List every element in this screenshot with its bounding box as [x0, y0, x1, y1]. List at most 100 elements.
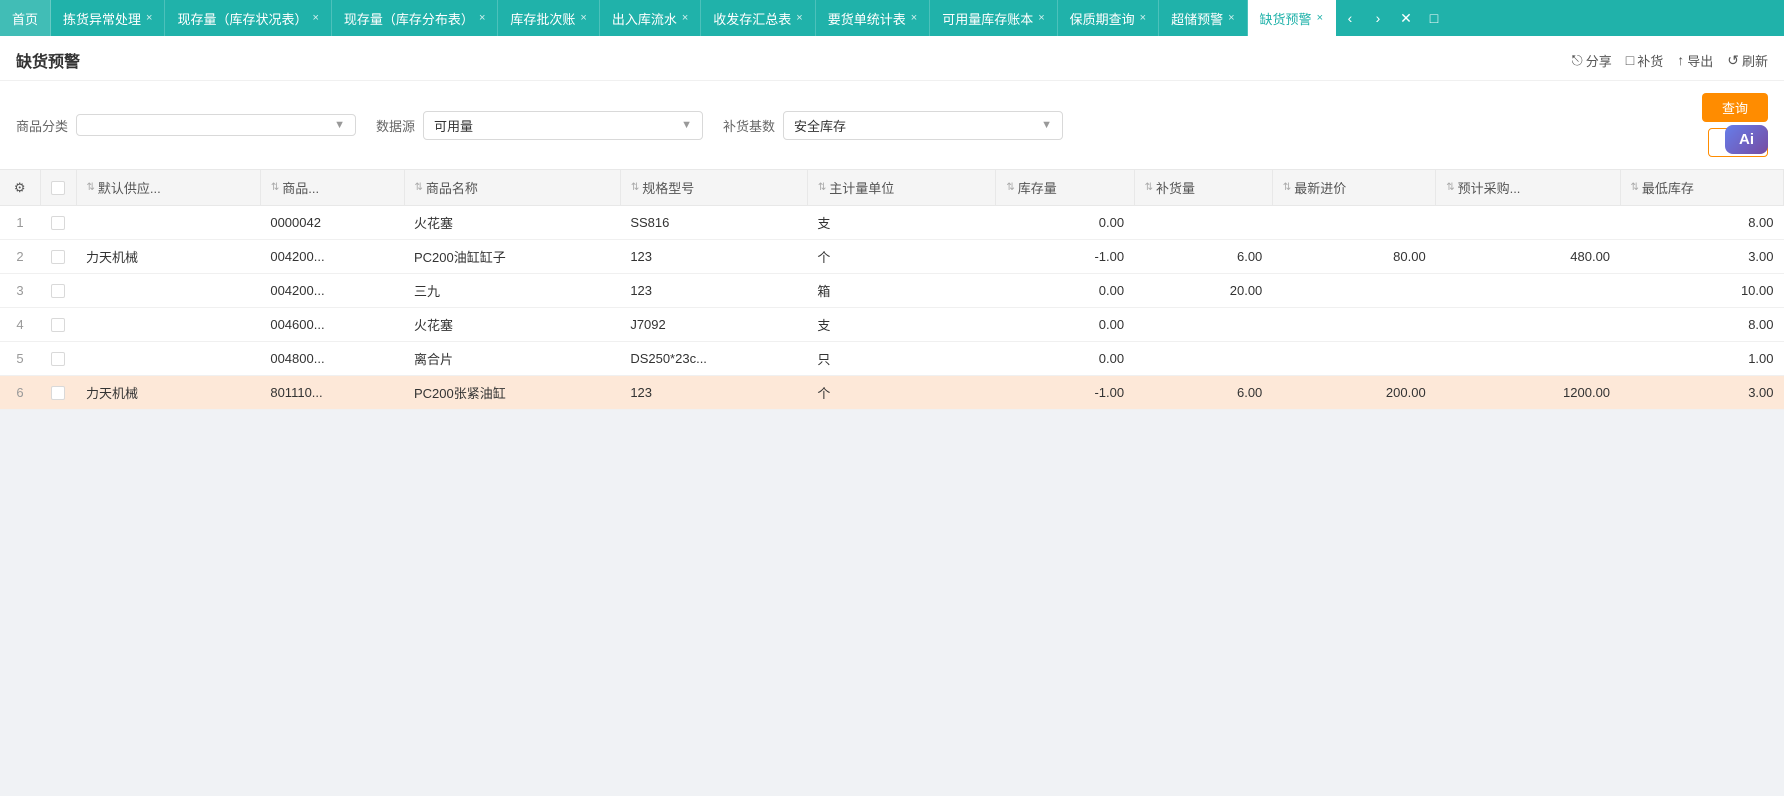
row-latest-price: 200.00: [1272, 376, 1435, 410]
col-replenish[interactable]: ⇅ 补货量: [1134, 170, 1272, 206]
category-label: 商品分类: [16, 116, 68, 135]
row-checkbox-input[interactable]: [51, 352, 65, 366]
col-unit-sort: ⇅: [818, 182, 826, 193]
tab-11[interactable]: 缺货预警 ×: [1248, 0, 1336, 36]
tab-8-close[interactable]: ×: [1038, 12, 1044, 24]
table-header-row: ⚙ ⇅ 默认供应... ⇅: [0, 170, 1784, 206]
tab-8-label: 可用量库存账本: [942, 9, 1033, 28]
row-estimated: [1436, 274, 1620, 308]
replenish-button[interactable]: □ 补货: [1626, 51, 1663, 70]
row-replenish: [1134, 308, 1272, 342]
col-min-stock[interactable]: ⇅ 最低库存: [1620, 170, 1783, 206]
col-name[interactable]: ⇅ 商品名称: [404, 170, 620, 206]
row-checkbox-input[interactable]: [51, 386, 65, 400]
tab-7[interactable]: 要货单统计表 ×: [816, 0, 930, 36]
replenish-select[interactable]: 安全库存 ▼: [783, 111, 1063, 140]
replenish-label: 补货: [1637, 51, 1663, 70]
row-latest-price: [1272, 308, 1435, 342]
tab-1-close[interactable]: ×: [146, 12, 152, 24]
tab-4-close[interactable]: ×: [580, 12, 586, 24]
row-min-stock: 3.00: [1620, 240, 1783, 274]
tab-3-close[interactable]: ×: [479, 12, 485, 24]
refresh-button[interactable]: ↺ 刷新: [1727, 51, 1768, 70]
col-spec[interactable]: ⇅ 规格型号: [620, 170, 807, 206]
ai-button[interactable]: Ai: [1725, 125, 1768, 154]
tab-nav-prev[interactable]: ‹: [1336, 0, 1364, 36]
row-code: 0000042: [260, 206, 404, 240]
col-spec-label: 规格型号: [642, 178, 694, 197]
tab-10[interactable]: 超储预警 ×: [1159, 0, 1247, 36]
table-row: 3004200...三九123箱0.0020.0010.00: [0, 274, 1784, 308]
tab-5-label: 出入库流水: [612, 9, 677, 28]
category-select-arrow: ▼: [334, 119, 345, 131]
row-checkbox-input[interactable]: [51, 284, 65, 298]
tab-2[interactable]: 现存量（库存状况表） ×: [165, 0, 331, 36]
col-checkbox[interactable]: [40, 170, 76, 206]
tab-nav-next[interactable]: ›: [1364, 0, 1392, 36]
tab-9-close[interactable]: ×: [1140, 12, 1146, 24]
col-name-label: 商品名称: [426, 178, 478, 197]
tab-nav-expand[interactable]: □: [1420, 0, 1448, 36]
tab-8[interactable]: 可用量库存账本 ×: [930, 0, 1057, 36]
tab-11-close[interactable]: ×: [1317, 12, 1323, 24]
share-icon: ⎋: [1572, 52, 1583, 69]
tab-2-label: 现存量（库存状况表）: [177, 9, 307, 28]
col-unit[interactable]: ⇅ 主计量单位: [807, 170, 996, 206]
col-stock-label: 库存量: [1018, 178, 1057, 197]
tab-bar: 首页 拣货异常处理 × 现存量（库存状况表） × 现存量（库存分布表） × 库存…: [0, 0, 1784, 36]
tab-nav-close[interactable]: ✕: [1392, 0, 1420, 36]
table-body: 10000042火花塞SS816支0.008.002力天机械004200...P…: [0, 206, 1784, 410]
col-estimated-sort: ⇅: [1446, 182, 1454, 193]
filter-area: 商品分类 ▼ 数据源 可用量 ▼ 补货基数 安全库存 ▼ 查询 设置: [0, 81, 1784, 169]
tab-4[interactable]: 库存批次账 ×: [498, 0, 599, 36]
col-supplier[interactable]: ⇅ 默认供应...: [76, 170, 260, 206]
col-unit-label: 主计量单位: [829, 178, 894, 197]
header-checkbox[interactable]: [51, 181, 65, 195]
tab-5-close[interactable]: ×: [682, 12, 688, 24]
category-select[interactable]: ▼: [76, 114, 356, 136]
row-stock: 0.00: [996, 274, 1134, 308]
row-checkbox-input[interactable]: [51, 216, 65, 230]
col-stock[interactable]: ⇅ 库存量: [996, 170, 1134, 206]
row-name: PC200油缸缸子: [404, 240, 620, 274]
row-replenish: 20.00: [1134, 274, 1272, 308]
col-code[interactable]: ⇅ 商品...: [260, 170, 404, 206]
tab-3[interactable]: 现存量（库存分布表） ×: [332, 0, 498, 36]
row-spec: 123: [620, 376, 807, 410]
datasource-select-value: 可用量: [434, 116, 473, 135]
tab-5[interactable]: 出入库流水 ×: [600, 0, 701, 36]
tab-6-close[interactable]: ×: [796, 12, 802, 24]
export-button[interactable]: ↑ 导出: [1677, 51, 1713, 70]
row-name: PC200张紧油缸: [404, 376, 620, 410]
tab-10-close[interactable]: ×: [1228, 12, 1234, 24]
share-button[interactable]: ⎋ 分享: [1572, 51, 1612, 70]
query-button[interactable]: 查询: [1702, 93, 1768, 122]
row-supplier: [76, 274, 260, 308]
row-supplier: 力天机械: [76, 376, 260, 410]
tab-9-label: 保质期查询: [1070, 9, 1135, 28]
tab-10-label: 超储预警: [1171, 9, 1223, 28]
row-checkbox: [40, 342, 76, 376]
col-estimated[interactable]: ⇅ 预计采购...: [1436, 170, 1620, 206]
row-checkbox-input[interactable]: [51, 318, 65, 332]
row-min-stock: 10.00: [1620, 274, 1783, 308]
col-latest-price-label: 最新进价: [1294, 178, 1346, 197]
col-replenish-sort: ⇅: [1145, 182, 1153, 193]
datasource-select[interactable]: 可用量 ▼: [423, 111, 703, 140]
tab-home[interactable]: 首页: [0, 0, 51, 36]
tab-7-close[interactable]: ×: [911, 12, 917, 24]
col-latest-price[interactable]: ⇅ 最新进价: [1272, 170, 1435, 206]
refresh-label: 刷新: [1742, 51, 1768, 70]
tab-2-close[interactable]: ×: [312, 12, 318, 24]
col-gear[interactable]: ⚙: [0, 170, 40, 206]
tab-6[interactable]: 收发存汇总表 ×: [701, 0, 815, 36]
row-checkbox-input[interactable]: [51, 250, 65, 264]
row-code: 801110...: [260, 376, 404, 410]
replenish-select-value: 安全库存: [794, 116, 846, 135]
row-name: 离合片: [404, 342, 620, 376]
col-supplier-sort: ⇅: [87, 182, 95, 193]
row-code: 004800...: [260, 342, 404, 376]
replenish-select-arrow: ▼: [1041, 119, 1052, 131]
tab-1[interactable]: 拣货异常处理 ×: [51, 0, 165, 36]
tab-9[interactable]: 保质期查询 ×: [1058, 0, 1159, 36]
